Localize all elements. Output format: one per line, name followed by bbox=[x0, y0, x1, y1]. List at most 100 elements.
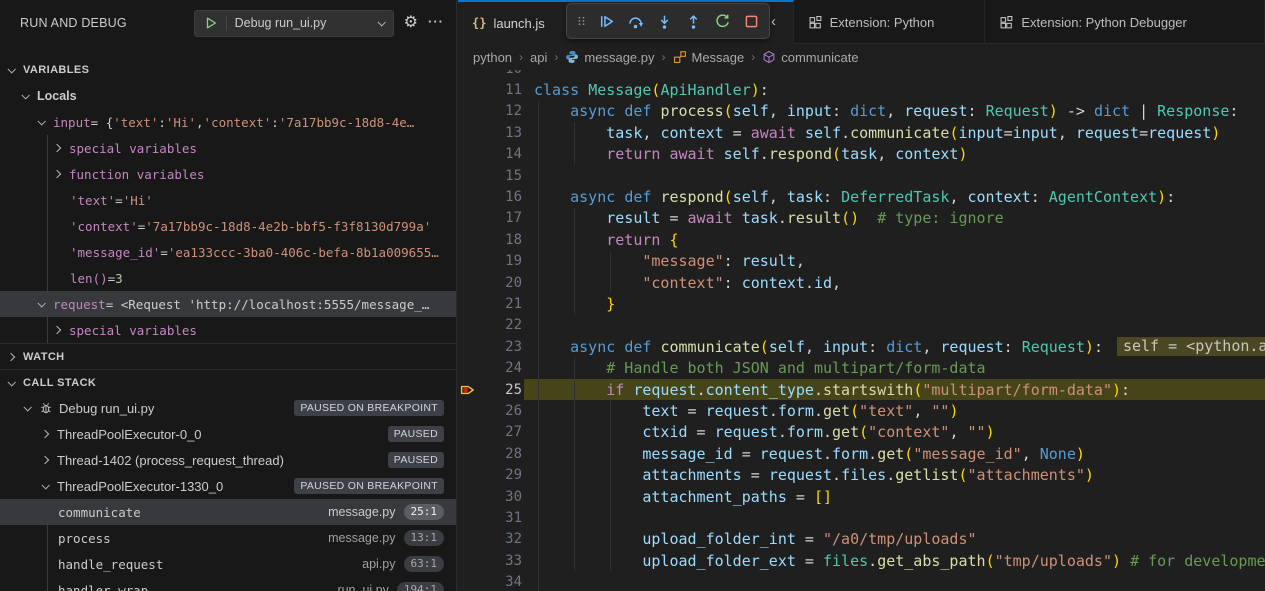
section-call-stack[interactable]: CALL STACK bbox=[0, 369, 456, 395]
step-out-button[interactable] bbox=[680, 6, 707, 36]
row-label: handler_wrap bbox=[58, 582, 149, 591]
breadcrumb-item-api[interactable]: api bbox=[530, 50, 547, 65]
frame-handle-request[interactable]: handle_request api.py 63:1 bbox=[0, 551, 456, 577]
restart-button[interactable] bbox=[709, 6, 736, 36]
editor-gutter[interactable]: 18 bbox=[458, 229, 524, 250]
editor-gutter[interactable]: 22 bbox=[458, 315, 524, 336]
indent-guide bbox=[538, 357, 539, 379]
frame-file-label: message.py bbox=[328, 505, 396, 519]
var-special-variables[interactable]: special variables bbox=[0, 135, 456, 161]
stop-button[interactable] bbox=[738, 6, 765, 36]
editor-gutter[interactable]: 12 bbox=[458, 101, 524, 122]
code-editor[interactable]: 1011class Message(ApiHandler):12 async d… bbox=[458, 70, 1265, 591]
editor-gutter[interactable]: 10 bbox=[458, 70, 524, 79]
frame-process[interactable]: process message.py 13:1 bbox=[0, 525, 456, 551]
editor-gutter[interactable]: 14 bbox=[458, 144, 524, 165]
editor-gutter[interactable]: 31 bbox=[458, 507, 524, 528]
var-len[interactable]: len() = 3 bbox=[0, 265, 456, 291]
editor-gutter[interactable]: 13 bbox=[458, 122, 524, 143]
chevron-right-icon[interactable] bbox=[52, 143, 62, 153]
thread-threadpoolexecutor-0-0[interactable]: ThreadPoolExecutor-0_0 PAUSED bbox=[0, 421, 456, 447]
code-line: 16 async def respond(self, task: Deferre… bbox=[458, 186, 1265, 208]
editor-gutter[interactable]: 29 bbox=[458, 464, 524, 485]
var-request-special[interactable]: special variables bbox=[0, 317, 456, 343]
breadcrumb-item-communicate[interactable]: communicate bbox=[762, 50, 859, 65]
chevron-down-icon[interactable] bbox=[37, 299, 46, 308]
tab-overflow-chevron-icon[interactable]: ‹ bbox=[771, 13, 776, 30]
start-debug-icon[interactable] bbox=[204, 16, 218, 30]
chevron-down-icon[interactable] bbox=[21, 91, 30, 100]
line-content: return await self. respond(task, context) bbox=[524, 143, 1265, 165]
step-over-button[interactable] bbox=[622, 6, 649, 36]
chevron-right-icon[interactable] bbox=[40, 455, 50, 465]
var-message-id[interactable]: 'message_id' = 'ea133ccc-3ba0-406c-befa-… bbox=[0, 239, 456, 265]
line-number: 18 bbox=[505, 231, 522, 248]
var-context[interactable]: 'context' = '7a17bb9c-18d8-4e2b-bbf5-f3f… bbox=[0, 213, 456, 239]
section-label: WATCH bbox=[23, 350, 65, 363]
editor-gutter[interactable]: 33 bbox=[458, 550, 524, 571]
thread-1402[interactable]: Thread-1402 (process_request_thread) PAUS… bbox=[0, 447, 456, 473]
editor-gutter[interactable]: 19 bbox=[458, 251, 524, 272]
indent-guide bbox=[538, 229, 539, 251]
chevron-right-icon[interactable] bbox=[52, 169, 62, 179]
session-debug-run-ui[interactable]: Debug run_ui.py PAUSED ON BREAKPOINT bbox=[0, 395, 456, 421]
var-function-variables[interactable]: function variables bbox=[0, 161, 456, 187]
line-content: class Message(ApiHandler): bbox=[534, 81, 769, 100]
chevron-down-icon[interactable] bbox=[41, 481, 50, 490]
editor-gutter[interactable]: 25 bbox=[458, 379, 524, 400]
paused-breakpoint-arrow-icon[interactable] bbox=[458, 382, 484, 398]
chevron-down-icon[interactable] bbox=[23, 403, 32, 412]
indent-guide bbox=[538, 464, 539, 486]
var-input[interactable]: input = {'text': 'Hi', 'context': '7a17b… bbox=[0, 109, 456, 135]
editor-gutter[interactable]: 32 bbox=[458, 529, 524, 550]
frame-communicate[interactable]: communicate message.py 25:1 bbox=[0, 499, 456, 525]
editor-gutter[interactable]: 16 bbox=[458, 186, 524, 207]
editor-gutter[interactable]: 28 bbox=[458, 443, 524, 464]
step-into-button[interactable] bbox=[651, 6, 678, 36]
editor-gutter[interactable]: 34 bbox=[458, 571, 524, 591]
editor-gutter[interactable]: 24 bbox=[458, 357, 524, 378]
row-label: Thread-1402 (process_request_thread) bbox=[57, 452, 284, 468]
editor-gutter[interactable]: 21 bbox=[458, 293, 524, 314]
section-watch[interactable]: WATCH bbox=[0, 343, 456, 369]
line-number: 34 bbox=[505, 574, 522, 591]
chevron-down-icon[interactable] bbox=[37, 117, 46, 126]
gear-icon[interactable]: ⚙ bbox=[404, 15, 418, 31]
indent-guide bbox=[538, 571, 539, 591]
editor-gutter[interactable]: 15 bbox=[458, 165, 524, 186]
tab-label: Extension: Python bbox=[829, 14, 935, 30]
editor-gutter[interactable]: 11 bbox=[458, 79, 524, 100]
tab-extension-python-debugger[interactable]: Extension: Python Debugger bbox=[985, 0, 1265, 44]
thread-threadpoolexecutor-1330-0[interactable]: ThreadPoolExecutor-1330_0 PAUSED ON BREAK… bbox=[0, 473, 456, 499]
breadcrumb-item-message[interactable]: Message bbox=[673, 50, 744, 65]
editor-gutter[interactable]: 20 bbox=[458, 272, 524, 293]
editor-gutter[interactable]: 23 bbox=[458, 336, 524, 357]
editor-gutter[interactable]: 26 bbox=[458, 400, 524, 421]
line-number: 13 bbox=[505, 124, 522, 141]
var-text[interactable]: 'text' = 'Hi' bbox=[0, 187, 456, 213]
scope-locals[interactable]: Locals bbox=[0, 83, 456, 109]
continue-button[interactable] bbox=[593, 6, 620, 36]
line-number: 19 bbox=[505, 253, 522, 270]
editor-gutter[interactable]: 30 bbox=[458, 486, 524, 507]
indent-guide bbox=[574, 421, 575, 444]
chevron-right-icon[interactable] bbox=[52, 325, 62, 335]
launch-config-select[interactable]: Debug run_ui.py bbox=[193, 9, 394, 37]
section-variables[interactable]: VARIABLES bbox=[0, 57, 456, 83]
tab-extension-python[interactable]: Extension: Python bbox=[794, 0, 986, 44]
indent-guide bbox=[574, 207, 575, 230]
chevron-right-icon[interactable] bbox=[6, 352, 16, 361]
editor-gutter[interactable]: 27 bbox=[458, 422, 524, 443]
var-request[interactable]: request = <Request 'http://localhost:555… bbox=[0, 291, 456, 317]
editor-gutter[interactable]: 17 bbox=[458, 208, 524, 229]
chevron-right-icon[interactable] bbox=[40, 429, 50, 439]
chevron-down-icon[interactable] bbox=[7, 377, 16, 387]
breadcrumb-item-python[interactable]: python bbox=[473, 50, 512, 65]
breadcrumb-item-message-py[interactable]: message.py bbox=[565, 50, 655, 65]
frame-handler-wrap[interactable]: handler_wrap run_ui.py 194:1 bbox=[0, 577, 456, 591]
line-content: upload_folder_int = "/a0/tmp/uploads" bbox=[524, 528, 1265, 550]
line-number: 17 bbox=[505, 210, 522, 227]
indent-guide bbox=[610, 507, 611, 529]
more-actions-icon[interactable]: ··· bbox=[428, 15, 444, 32]
chevron-down-icon[interactable] bbox=[7, 65, 16, 74]
